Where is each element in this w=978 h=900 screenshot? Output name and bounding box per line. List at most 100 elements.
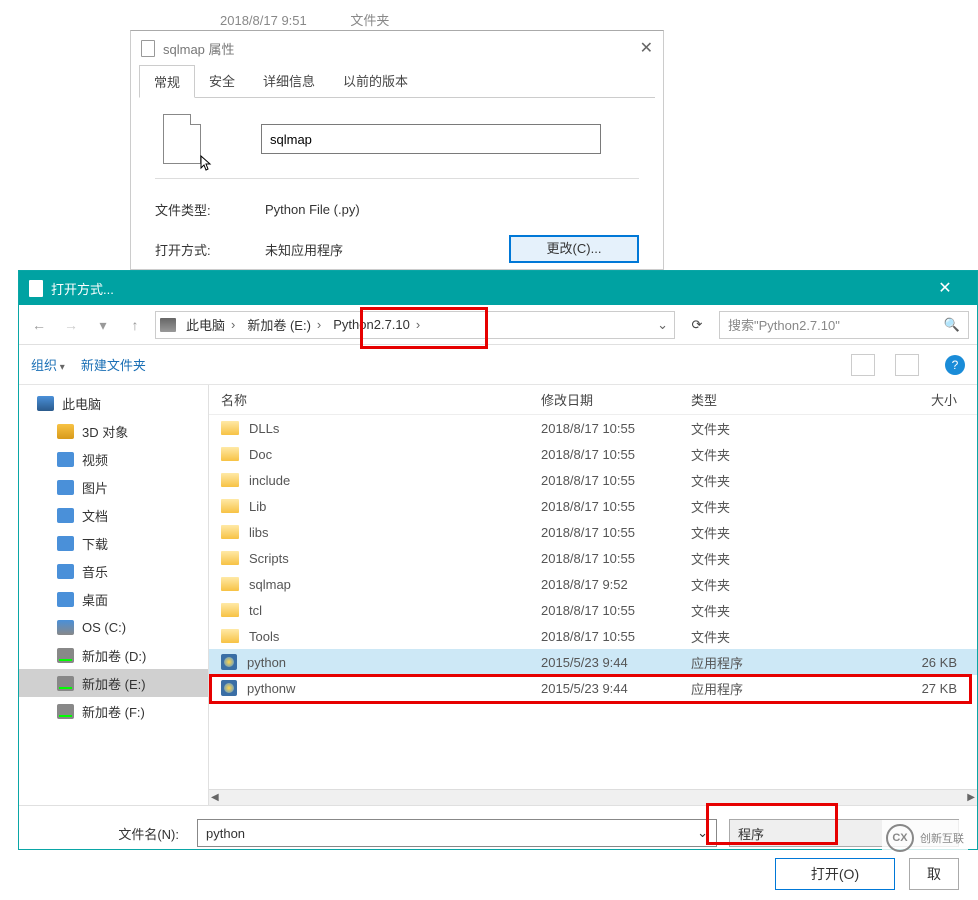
recent-dropdown[interactable]: ▾ bbox=[91, 313, 115, 337]
table-row[interactable]: pythonw2015/5/23 9:44应用程序27 KB bbox=[209, 675, 977, 701]
file-date: 2018/8/17 10:55 bbox=[541, 421, 691, 436]
close-icon[interactable]: ✕ bbox=[640, 38, 653, 58]
sidebar-item-label: 文档 bbox=[82, 506, 108, 525]
tab-security[interactable]: 安全 bbox=[195, 65, 249, 97]
table-row[interactable]: Tools2018/8/17 10:55文件夹 bbox=[209, 623, 977, 649]
search-input[interactable]: 搜索"Python2.7.10" 🔍 bbox=[719, 311, 969, 339]
file-type: 文件夹 bbox=[691, 627, 841, 646]
table-row[interactable]: Scripts2018/8/17 10:55文件夹 bbox=[209, 545, 977, 571]
file-date: 2018/8/17 10:55 bbox=[541, 447, 691, 462]
tab-details[interactable]: 详细信息 bbox=[249, 65, 329, 97]
sidebar-item[interactable]: 新加卷 (D:) bbox=[19, 641, 208, 669]
cancel-button[interactable]: 取 bbox=[909, 858, 959, 890]
up-button[interactable]: ↑ bbox=[123, 313, 147, 337]
open-dialog-titlebar[interactable]: 打开方式... ✕ bbox=[19, 271, 977, 305]
file-type: 文件夹 bbox=[691, 471, 841, 490]
folder-icon bbox=[221, 473, 239, 487]
table-row[interactable]: include2018/8/17 10:55文件夹 bbox=[209, 467, 977, 493]
forward-button[interactable]: → bbox=[59, 313, 83, 337]
breadcrumb-drive[interactable]: 新加卷 (E:) bbox=[241, 312, 327, 338]
chevron-down-icon[interactable]: ⌄ bbox=[657, 317, 668, 333]
file-date: 2015/5/23 9:44 bbox=[541, 655, 691, 670]
properties-titlebar[interactable]: sqlmap 属性 ✕ bbox=[131, 31, 663, 65]
filetype-label: 文件类型: bbox=[155, 200, 265, 219]
file-date: 2018/8/17 10:55 bbox=[541, 551, 691, 566]
table-row[interactable]: Doc2018/8/17 10:55文件夹 bbox=[209, 441, 977, 467]
open-dialog-title-text: 打开方式... bbox=[51, 279, 114, 298]
change-button[interactable]: 更改(C)... bbox=[509, 235, 639, 263]
file-type: 文件夹 bbox=[691, 575, 841, 594]
file-size: 27 KB bbox=[841, 681, 977, 696]
help-icon[interactable]: ? bbox=[945, 355, 965, 375]
breadcrumb-pc[interactable]: 此电脑 bbox=[180, 312, 241, 338]
sidebar-item-label: 下载 bbox=[82, 534, 108, 553]
navigation-tree[interactable]: 此电脑 3D 对象视频图片文档下载音乐桌面 OS (C:) 新加卷 (D:) 新加卷 (… bbox=[19, 385, 209, 805]
sidebar-item-label: 桌面 bbox=[82, 590, 108, 609]
sidebar-item[interactable]: 下载 bbox=[19, 529, 208, 557]
sidebar-item[interactable]: 图片 bbox=[19, 473, 208, 501]
column-size[interactable]: 大小 bbox=[841, 390, 977, 409]
folder-icon bbox=[221, 525, 239, 539]
sidebar-item[interactable]: OS (C:) bbox=[19, 613, 208, 641]
folder-icon bbox=[221, 551, 239, 565]
file-date: 2015/5/23 9:44 bbox=[541, 681, 691, 696]
sidebar-item-label: 新加卷 (E:) bbox=[82, 674, 146, 693]
refresh-button[interactable]: ⟳ bbox=[683, 311, 711, 339]
breadcrumb[interactable]: 此电脑 新加卷 (E:) Python2.7.10 ⌄ bbox=[155, 311, 675, 339]
horizontal-scrollbar[interactable]: ◀▶ bbox=[209, 789, 977, 805]
table-row[interactable]: tcl2018/8/17 10:55文件夹 bbox=[209, 597, 977, 623]
close-icon[interactable]: ✕ bbox=[923, 278, 967, 298]
3d-icon bbox=[57, 424, 74, 439]
background-row: 2018/8/17 9:51 文件夹 bbox=[220, 10, 429, 29]
sidebar-item[interactable]: 视频 bbox=[19, 445, 208, 473]
table-row[interactable]: sqlmap2018/8/17 9:52文件夹 bbox=[209, 571, 977, 597]
sidebar-item[interactable]: 此电脑 bbox=[19, 389, 208, 417]
new-folder-button[interactable]: 新建文件夹 bbox=[81, 355, 146, 374]
desk-icon bbox=[57, 592, 74, 607]
sidebar-item-label: 新加卷 (D:) bbox=[82, 646, 146, 665]
sidebar-item[interactable]: 新加卷 (F:) bbox=[19, 697, 208, 725]
filename-input[interactable] bbox=[261, 124, 601, 154]
table-row[interactable]: libs2018/8/17 10:55文件夹 bbox=[209, 519, 977, 545]
table-row[interactable]: python2015/5/23 9:44应用程序26 KB bbox=[209, 649, 977, 675]
file-type: 文件夹 bbox=[691, 445, 841, 464]
openwith-value: 未知应用程序 bbox=[265, 240, 343, 259]
column-name[interactable]: 名称 bbox=[221, 390, 541, 409]
file-name: Lib bbox=[249, 499, 266, 514]
folder-icon bbox=[221, 447, 239, 461]
sidebar-item[interactable]: 新加卷 (E:) bbox=[19, 669, 208, 697]
file-date: 2018/8/17 10:55 bbox=[541, 629, 691, 644]
tab-previous-versions[interactable]: 以前的版本 bbox=[329, 65, 422, 97]
file-icon bbox=[163, 114, 201, 164]
doc-icon bbox=[57, 508, 74, 523]
view-options-icon[interactable] bbox=[851, 354, 875, 376]
sidebar-item[interactable]: 音乐 bbox=[19, 557, 208, 585]
video-icon bbox=[57, 452, 74, 467]
file-type: 文件夹 bbox=[691, 497, 841, 516]
open-button[interactable]: 打开(O) bbox=[775, 858, 895, 890]
preview-pane-icon[interactable] bbox=[895, 354, 919, 376]
table-row[interactable]: DLLs2018/8/17 10:55文件夹 bbox=[209, 415, 977, 441]
organize-menu[interactable]: 组织 bbox=[31, 355, 65, 374]
column-type[interactable]: 类型 bbox=[691, 390, 841, 409]
chevron-down-icon: ⌄ bbox=[697, 825, 708, 841]
drive-icon bbox=[57, 676, 74, 691]
column-date[interactable]: 修改日期 bbox=[541, 390, 691, 409]
navigation-bar: ← → ▾ ↑ 此电脑 新加卷 (E:) Python2.7.10 ⌄ ⟳ 搜索… bbox=[19, 305, 977, 345]
sidebar-item[interactable]: 3D 对象 bbox=[19, 417, 208, 445]
properties-tabs: 常规 安全 详细信息 以前的版本 bbox=[139, 65, 655, 98]
properties-dialog: sqlmap 属性 ✕ 常规 安全 详细信息 以前的版本 文件类型: Pytho… bbox=[130, 30, 664, 270]
file-list: 名称 修改日期 类型 大小 DLLs2018/8/17 10:55文件夹Doc2… bbox=[209, 385, 977, 805]
file-date: 2018/8/17 10:55 bbox=[541, 603, 691, 618]
breadcrumb-folder[interactable]: Python2.7.10 bbox=[327, 312, 426, 338]
back-button[interactable]: ← bbox=[27, 313, 51, 337]
table-row[interactable]: Lib2018/8/17 10:55文件夹 bbox=[209, 493, 977, 519]
os-icon bbox=[57, 620, 74, 635]
sidebar-item[interactable]: 文档 bbox=[19, 501, 208, 529]
tab-general[interactable]: 常规 bbox=[139, 65, 195, 98]
filename-combobox[interactable]: python ⌄ bbox=[197, 819, 717, 847]
sidebar-item-label: 图片 bbox=[82, 478, 108, 497]
sidebar-item[interactable]: 桌面 bbox=[19, 585, 208, 613]
sidebar-item-label: 3D 对象 bbox=[82, 422, 128, 441]
exe-icon bbox=[221, 654, 237, 670]
